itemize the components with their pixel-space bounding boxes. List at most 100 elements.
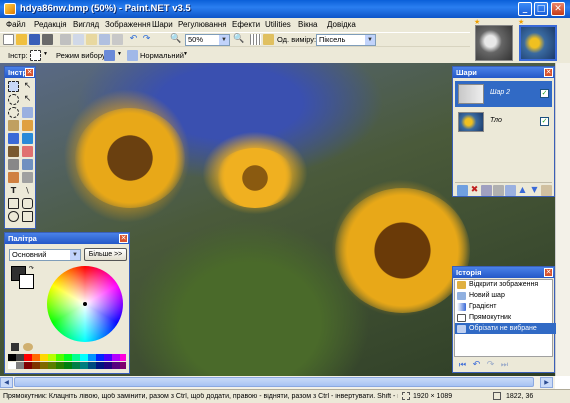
rectangle-tool-icon[interactable] bbox=[8, 198, 19, 209]
layer-down-icon[interactable] bbox=[505, 185, 516, 196]
copy-icon[interactable] bbox=[73, 34, 84, 45]
move-selection-icon[interactable]: ↖ bbox=[22, 94, 33, 105]
add-layer-icon[interactable] bbox=[457, 185, 468, 196]
merge-layer-icon[interactable] bbox=[493, 185, 504, 196]
maximize-button[interactable]: □ bbox=[534, 2, 548, 16]
menu-view[interactable]: Вигляд bbox=[73, 20, 99, 29]
menu-layers[interactable]: Шари bbox=[152, 20, 173, 29]
paintbrush-icon[interactable] bbox=[8, 146, 19, 157]
close-button[interactable]: ✕ bbox=[551, 2, 565, 16]
menu-file[interactable]: Файл bbox=[6, 20, 26, 29]
blend-mode-value[interactable]: Нормальний bbox=[140, 51, 184, 60]
units-combo[interactable]: Піксель ▼ bbox=[316, 34, 376, 46]
minimize-button[interactable]: _ bbox=[518, 2, 532, 16]
text-tool-icon[interactable]: T bbox=[8, 185, 19, 196]
layer-row[interactable]: Шар 2 ✓ bbox=[455, 81, 552, 107]
swap-colors-icon[interactable]: ↷ bbox=[29, 266, 35, 272]
delete-layer-icon[interactable]: ✖ bbox=[469, 185, 480, 196]
secondary-color-swatch[interactable] bbox=[19, 274, 34, 289]
color-picker-icon[interactable] bbox=[8, 172, 19, 183]
redo-icon[interactable]: ↷ bbox=[141, 34, 152, 45]
pan-tool-icon[interactable] bbox=[22, 120, 33, 131]
scroll-right-icon[interactable]: ▶ bbox=[540, 377, 553, 388]
line-tool-icon[interactable]: \ bbox=[22, 185, 33, 196]
close-icon[interactable]: ✕ bbox=[544, 268, 553, 277]
grid-icon[interactable] bbox=[250, 34, 261, 45]
layer-row[interactable]: Тло ✓ bbox=[455, 109, 552, 135]
layer-properties-icon[interactable] bbox=[541, 185, 552, 196]
rounded-rectangle-icon[interactable] bbox=[22, 198, 33, 209]
chevron-down-icon[interactable]: ▼ bbox=[43, 51, 48, 57]
add-color-icon[interactable] bbox=[11, 343, 19, 351]
menu-window[interactable]: Вікна bbox=[298, 20, 317, 29]
close-icon[interactable]: ✕ bbox=[25, 68, 34, 77]
menu-adjustments[interactable]: Регулювання bbox=[178, 20, 227, 29]
palette-mode-combo[interactable]: Основний ▼ bbox=[9, 249, 81, 261]
close-icon[interactable]: ✕ bbox=[544, 68, 553, 77]
chevron-down-icon[interactable]: ▼ bbox=[183, 51, 188, 57]
vertical-scrollbar[interactable] bbox=[555, 63, 570, 376]
zoom-combo[interactable]: 50% ▼ bbox=[185, 34, 230, 46]
undo-icon[interactable]: ↶ bbox=[471, 360, 482, 371]
lasso-tool-icon[interactable] bbox=[8, 94, 19, 105]
zoom-out-icon[interactable]: 🔍 bbox=[170, 34, 181, 45]
rewind-icon[interactable]: ⏮ bbox=[457, 360, 468, 371]
menu-help[interactable]: Довідка bbox=[327, 20, 356, 29]
new-file-icon[interactable] bbox=[3, 34, 14, 45]
fast-forward-icon[interactable]: ⏭ bbox=[499, 360, 510, 371]
ruler-icon[interactable] bbox=[263, 34, 274, 45]
rectangle-select-tool-icon[interactable] bbox=[8, 81, 19, 92]
history-item[interactable]: Новий шар bbox=[455, 290, 556, 301]
menu-edit[interactable]: Редакція bbox=[34, 20, 67, 29]
color-palette-grid[interactable] bbox=[8, 354, 126, 372]
undo-icon[interactable]: ↶ bbox=[128, 34, 139, 45]
palette-icon[interactable] bbox=[23, 343, 33, 351]
magic-wand-icon[interactable] bbox=[8, 120, 19, 131]
duplicate-layer-icon[interactable] bbox=[481, 185, 492, 196]
ellipse-select-icon[interactable] bbox=[8, 107, 19, 118]
selection-mode-icon[interactable] bbox=[104, 50, 115, 61]
cut-icon[interactable] bbox=[60, 34, 71, 45]
blend-mode-icon[interactable] bbox=[127, 50, 138, 61]
crop-icon[interactable] bbox=[99, 34, 110, 45]
eraser-icon[interactable] bbox=[22, 146, 33, 157]
rectangle-select-icon[interactable] bbox=[30, 50, 41, 61]
menu-utilities[interactable]: Utilities bbox=[265, 20, 291, 29]
print-icon[interactable] bbox=[42, 34, 53, 45]
history-item[interactable]: Відкрити зображення bbox=[455, 279, 556, 290]
layer-visibility-checkbox[interactable]: ✓ bbox=[540, 89, 549, 98]
gradient-icon[interactable] bbox=[22, 133, 33, 144]
layers-panel: Шари ✕ Шар 2 ✓ Тло ✓ ✖ ▲ ▼ bbox=[452, 66, 555, 197]
scroll-left-icon[interactable]: ◀ bbox=[0, 377, 13, 388]
redo-icon[interactable]: ↷ bbox=[485, 360, 496, 371]
color-wheel-cursor[interactable] bbox=[83, 302, 87, 306]
move-layer-down-icon[interactable]: ▼ bbox=[529, 185, 540, 196]
zoom-in-icon[interactable]: 🔍 bbox=[233, 34, 244, 45]
paint-bucket-icon[interactable] bbox=[8, 133, 19, 144]
image-thumbnail-1[interactable] bbox=[475, 25, 513, 61]
move-tool-icon[interactable]: ↖ bbox=[22, 81, 33, 92]
horizontal-scrollbar[interactable]: ◀ ▶ bbox=[0, 376, 555, 389]
open-folder-icon[interactable] bbox=[16, 34, 27, 45]
history-item[interactable]: Прямокутник bbox=[455, 312, 556, 323]
menu-image[interactable]: Зображення bbox=[105, 20, 151, 29]
chevron-down-icon[interactable]: ▼ bbox=[117, 51, 122, 57]
ellipse-tool-icon[interactable] bbox=[8, 211, 19, 222]
history-item-selected[interactable]: Обрізати не вибране bbox=[455, 323, 556, 334]
deselect-icon[interactable] bbox=[112, 34, 123, 45]
layer-up-icon[interactable]: ▲ bbox=[517, 185, 528, 196]
paste-icon[interactable] bbox=[86, 34, 97, 45]
layer-visibility-checkbox[interactable]: ✓ bbox=[540, 117, 549, 126]
scrollbar-thumb[interactable] bbox=[14, 377, 534, 387]
clone-stamp-icon[interactable] bbox=[22, 159, 33, 170]
pencil-icon[interactable] bbox=[8, 159, 19, 170]
close-icon[interactable]: ✕ bbox=[119, 234, 128, 243]
save-icon[interactable] bbox=[29, 34, 40, 45]
history-item[interactable]: Градієнт bbox=[455, 301, 556, 312]
recolor-icon[interactable] bbox=[22, 172, 33, 183]
zoom-tool-icon[interactable] bbox=[22, 107, 33, 118]
image-thumbnail-2[interactable] bbox=[519, 25, 557, 61]
freeform-shape-icon[interactable] bbox=[22, 211, 33, 222]
more-colors-button[interactable]: Більше >> bbox=[84, 248, 127, 261]
menu-effects[interactable]: Ефекти bbox=[232, 20, 260, 29]
